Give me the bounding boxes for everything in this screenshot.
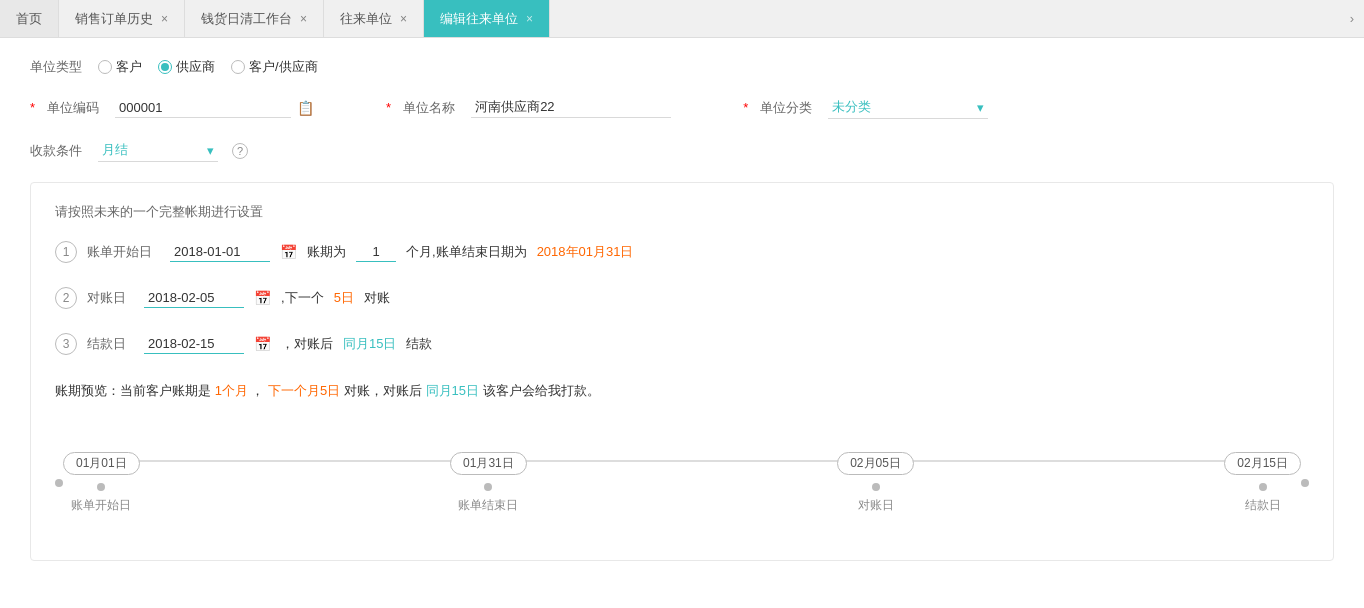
preview-label: 账期预览：当前客户账期是 — [55, 383, 211, 398]
timeline: 01月01日 账单开始日 01月31日 账单结束日 02月05日 对账日 — [55, 422, 1309, 524]
radio-customer[interactable]: 客户 — [98, 58, 142, 76]
timeline-badge-1: 01月01日 — [63, 452, 140, 475]
row-date-3[interactable]: 2018-02-15 — [144, 334, 244, 354]
period-unit-1: 个月,账单结束日期为 — [406, 243, 527, 261]
mid-text-1: 账期为 — [307, 243, 346, 261]
unit-name-label: 单位名称 — [403, 99, 455, 117]
unit-category-label: 单位分类 — [760, 99, 812, 117]
row-date-2[interactable]: 2018-02-05 — [144, 288, 244, 308]
row-num-1: 1 — [55, 241, 77, 263]
radio-label-supplier: 供应商 — [176, 58, 215, 76]
radio-supplier[interactable]: 供应商 — [158, 58, 215, 76]
row-end-3: 结款 — [406, 335, 432, 353]
row-suffix-3: ，对账后 — [281, 335, 333, 353]
row-item-2: 2 对账日 2018-02-05 📅 ,下一个 5日 对账 — [55, 287, 1309, 309]
code-name-category-row: * 单位编码 000001 📋 * 单位名称 河南供应商22 * 单位分类 未分… — [30, 96, 1334, 119]
timeline-point-1: 01月01日 账单开始日 — [63, 452, 140, 514]
unit-code-label: 单位编码 — [47, 99, 99, 117]
unit-code-input[interactable]: 000001 — [115, 98, 291, 118]
row-num-2: 2 — [55, 287, 77, 309]
row-suffix-2: ,下一个 — [281, 289, 324, 307]
preview-section: 账期预览：当前客户账期是 1个月 ， 下一个月5日 对账，对账后 同月15日 该… — [55, 379, 1309, 540]
timeline-label-2: 账单结束日 — [458, 497, 518, 514]
card-title: 请按照未来的一个完整帐期进行设置 — [55, 203, 1309, 221]
unit-category-select[interactable]: 未分类 ▾ — [828, 96, 988, 119]
main-content: 单位类型 客户 供应商 客户/供应商 * 单位编码 000001 📋 * 单位名… — [0, 38, 1364, 608]
radio-label-both: 客户/供应商 — [249, 58, 318, 76]
payment-condition-select[interactable]: 月结 ▾ — [98, 139, 218, 162]
unit-name-input[interactable]: 河南供应商22 — [471, 98, 671, 118]
timeline-label-3: 对账日 — [858, 497, 894, 514]
card-section: 请按照未来的一个完整帐期进行设置 1 账单开始日 2018-01-01 📅 账期… — [30, 182, 1334, 561]
unit-type-label: 单位类型 — [30, 58, 82, 76]
radio-circle-customer — [98, 60, 112, 74]
timeline-label-4: 结款日 — [1245, 497, 1281, 514]
timeline-right-dot — [1301, 479, 1309, 487]
radio-circle-supplier — [158, 60, 172, 74]
radio-circle-both — [231, 60, 245, 74]
row-label-2: 对账日 — [87, 289, 126, 307]
calendar-icon-1[interactable]: 📅 — [280, 244, 297, 260]
close-edit-partner[interactable]: × — [526, 12, 533, 26]
preview-period: 1个月 — [215, 383, 248, 398]
tab-edit-partner[interactable]: 编辑往来单位 × — [424, 0, 550, 37]
timeline-badge-2: 01月31日 — [450, 452, 527, 475]
tab-home[interactable]: 首页 — [0, 0, 59, 37]
unit-type-row: 单位类型 客户 供应商 客户/供应商 — [30, 58, 1334, 76]
tab-more[interactable]: › — [1340, 0, 1364, 37]
row-highlight-2: 5日 — [334, 289, 354, 307]
timeline-badge-3: 02月05日 — [837, 452, 914, 475]
row-label-1: 账单开始日 — [87, 243, 152, 261]
unit-category-chevron: ▾ — [977, 100, 984, 115]
timeline-points: 01月01日 账单开始日 01月31日 账单结束日 02月05日 对账日 — [63, 452, 1301, 514]
tab-sales-history[interactable]: 销售订单历史 × — [59, 0, 185, 37]
tab-bar: 首页 销售订单历史 × 钱货日清工作台 × 往来单位 × 编辑往来单位 × › — [0, 0, 1364, 38]
timeline-point-4: 02月15日 结款日 — [1224, 452, 1301, 514]
row-date-1[interactable]: 2018-01-01 — [170, 242, 270, 262]
timeline-label-1: 账单开始日 — [71, 497, 131, 514]
timeline-dot-4 — [1259, 483, 1267, 491]
payment-condition-label: 收款条件 — [30, 142, 82, 160]
radio-label-customer: 客户 — [116, 58, 142, 76]
preview-next: 下一个月5日 — [268, 383, 340, 398]
close-partner[interactable]: × — [400, 12, 407, 26]
tab-partner[interactable]: 往来单位 × — [324, 0, 424, 37]
payment-condition-chevron: ▾ — [207, 143, 214, 158]
timeline-point-3: 02月05日 对账日 — [837, 452, 914, 514]
period-input[interactable]: 1 — [356, 242, 396, 262]
timeline-dot-2 — [484, 483, 492, 491]
row-num-3: 3 — [55, 333, 77, 355]
unit-code-field-group: 000001 📋 — [115, 98, 314, 118]
row-item-3: 3 结款日 2018-02-15 📅 ，对账后 同月15日 结款 — [55, 333, 1309, 355]
payment-help-icon[interactable]: ? — [232, 143, 248, 159]
timeline-point-2: 01月31日 账单结束日 — [450, 452, 527, 514]
row-label-3: 结款日 — [87, 335, 126, 353]
calendar-icon-3[interactable]: 📅 — [254, 336, 271, 352]
timeline-dot-3 — [872, 483, 880, 491]
radio-both[interactable]: 客户/供应商 — [231, 58, 318, 76]
close-cash-work[interactable]: × — [300, 12, 307, 26]
row-highlight-3: 同月15日 — [343, 335, 396, 353]
tab-cash-work[interactable]: 钱货日清工作台 × — [185, 0, 324, 37]
row-item-1: 1 账单开始日 2018-01-01 📅 账期为 1 个月,账单结束日期为 20… — [55, 241, 1309, 263]
preview-same-month: 同月15日 — [426, 383, 479, 398]
timeline-dot-1 — [97, 483, 105, 491]
timeline-badge-4: 02月15日 — [1224, 452, 1301, 475]
end-date-1: 2018年01月31日 — [537, 243, 634, 261]
payment-condition-value: 月结 — [102, 141, 128, 159]
unit-category-value: 未分类 — [832, 98, 871, 116]
calendar-icon-2[interactable]: 📅 — [254, 290, 271, 306]
unit-code-icon[interactable]: 📋 — [297, 100, 314, 116]
row-end-2: 对账 — [364, 289, 390, 307]
close-sales-history[interactable]: × — [161, 12, 168, 26]
preview-text: 账期预览：当前客户账期是 1个月 ， 下一个月5日 对账，对账后 同月15日 该… — [55, 379, 1309, 402]
payment-condition-row: 收款条件 月结 ▾ ? — [30, 139, 1334, 162]
timeline-left-dot — [55, 479, 63, 487]
unit-type-radio-group: 客户 供应商 客户/供应商 — [98, 58, 318, 76]
